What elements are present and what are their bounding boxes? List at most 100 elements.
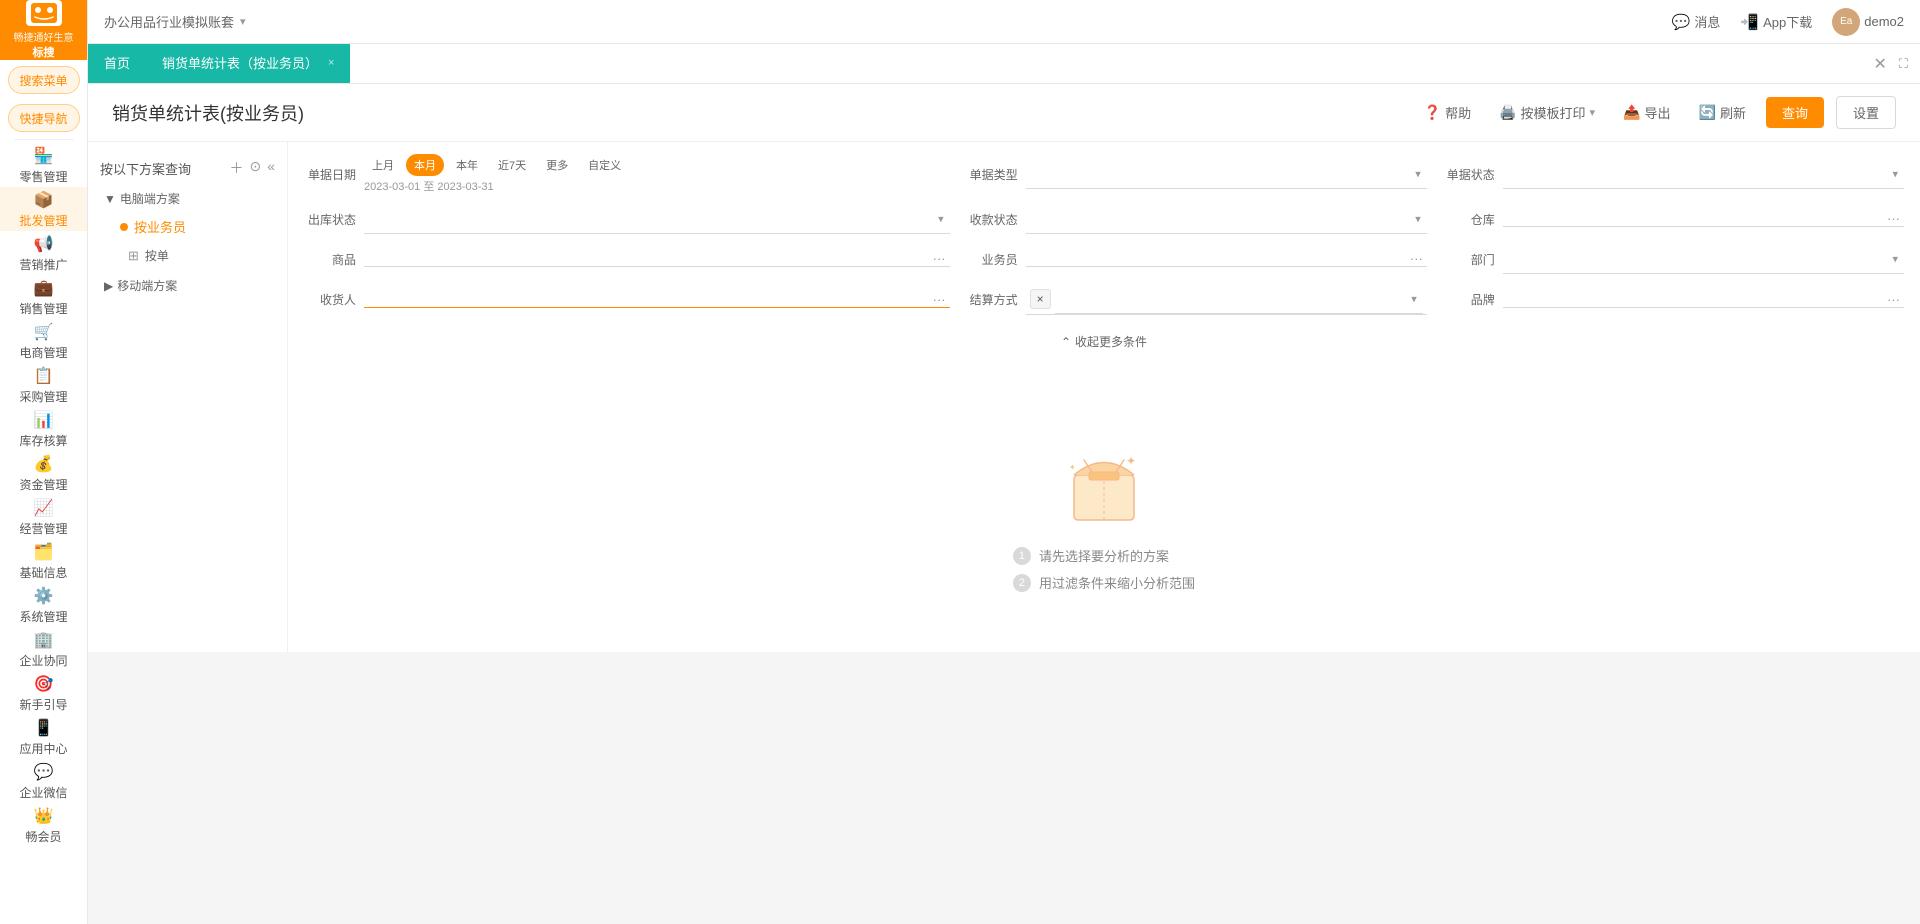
- settlement-label: 结算方式: [966, 291, 1018, 308]
- sidebar-item-basic[interactable]: 🗂️ 基础信息: [0, 539, 88, 583]
- sidebar-item-purchase[interactable]: 📋 采购管理: [0, 363, 88, 407]
- filter-row-1: 单据日期 上月 本月 本年 近7天 更多 自定义: [304, 154, 1904, 194]
- tab-sales-stats[interactable]: 销货单统计表（按业务员） ×: [146, 44, 350, 83]
- out-status-field: 出库状态: [304, 204, 950, 234]
- help-button[interactable]: ❓ 帮助: [1416, 99, 1479, 126]
- settlement-select[interactable]: [1055, 284, 1423, 314]
- date-btn-thismonth[interactable]: 本月: [406, 154, 444, 176]
- page-header-actions: ❓ 帮助 🖨️ 按模板打印 ▾ 📤 导出 🔄 刷新 查询 设置: [1416, 96, 1896, 141]
- goods-dots[interactable]: ···: [933, 251, 946, 266]
- sidebar-item-retail[interactable]: 🏪 零售管理: [0, 143, 88, 187]
- sidebar-item-label-ecommerce: 电商管理: [19, 344, 67, 361]
- message-label: 消息: [1694, 12, 1720, 31]
- shortcut-nav-button[interactable]: 快捷导航: [8, 104, 80, 132]
- date-btn-7days[interactable]: 近7天: [490, 154, 534, 176]
- topbar-title-text: 办公用品行业模拟账套: [104, 12, 234, 31]
- message-icon: 💬: [1672, 13, 1691, 31]
- export-button[interactable]: 📤 导出: [1615, 99, 1678, 126]
- sidebar-item-label-wechat: 企业微信: [19, 784, 67, 801]
- doc-status-field: 单据状态: [1443, 159, 1904, 189]
- window-max-btn[interactable]: ⛶: [1899, 56, 1908, 72]
- brand-dots[interactable]: ···: [1887, 292, 1900, 307]
- empty-step-1: 1 请先选择要分析的方案: [1013, 546, 1195, 565]
- out-status-select[interactable]: [364, 204, 950, 234]
- sub-item-label: 按单: [145, 247, 169, 264]
- sidebar-item-newuser[interactable]: 🎯 新手引导: [0, 671, 88, 715]
- appcenter-icon: 📱: [34, 718, 54, 738]
- sidebar-item-label-wholesale: 批发管理: [19, 212, 67, 229]
- page-header: 销货单统计表(按业务员) ❓ 帮助 🖨️ 按模板打印 ▾ 📤 导出 🔄 刷: [88, 84, 1920, 142]
- sidebar-item-vip[interactable]: 👑 畅会员: [0, 803, 88, 847]
- topbar-dropdown-icon[interactable]: ▾: [240, 15, 246, 28]
- tab-home[interactable]: 首页: [88, 44, 146, 83]
- warehouse-dots[interactable]: ···: [1887, 211, 1900, 226]
- add-scheme-icon[interactable]: ＋: [229, 158, 243, 178]
- date-btn-thisyear[interactable]: 本年: [448, 154, 486, 176]
- sidebar-item-system[interactable]: ⚙️ 系统管理: [0, 583, 88, 627]
- tab-close-icon[interactable]: ×: [328, 57, 334, 69]
- date-range-text: 2023-03-01 至 2023-03-31: [364, 178, 950, 194]
- sidebar-item-marketing[interactable]: 📢 营销推广: [0, 231, 88, 275]
- purchase-icon: 📋: [34, 366, 54, 386]
- sidebar-item-wholesale[interactable]: 📦 批发管理: [0, 187, 88, 231]
- date-btn-lastmonth[interactable]: 上月: [364, 154, 402, 176]
- sidebar-item-inventory[interactable]: 📊 库存核算: [0, 407, 88, 451]
- collapse-btn[interactable]: ⌃ 收起更多条件: [304, 325, 1904, 358]
- avatar-text: Ea: [1840, 16, 1852, 27]
- doc-type-control: [1026, 159, 1427, 189]
- sidebar-item-label-newuser: 新手引导: [19, 696, 67, 713]
- filter-row-2: 出库状态 收款状态: [304, 204, 1904, 234]
- app-download-action[interactable]: 📲 App下载: [1740, 12, 1812, 31]
- date-btn-more[interactable]: 更多: [538, 154, 576, 176]
- user-avatar: Ea: [1832, 8, 1860, 36]
- dept-select[interactable]: [1503, 244, 1904, 274]
- doc-status-select[interactable]: [1503, 159, 1904, 189]
- user-section[interactable]: Ea demo2: [1832, 8, 1904, 36]
- consignee-dots[interactable]: ···: [933, 292, 946, 307]
- salesperson-dots[interactable]: ···: [1410, 251, 1423, 266]
- sidebar-item-label-sales: 销售管理: [19, 300, 67, 317]
- doc-type-field: 单据类型: [966, 159, 1427, 189]
- settlement-tag-close[interactable]: ×: [1037, 292, 1044, 306]
- sidebar-item-label-enterprise: 企业协同: [19, 652, 67, 669]
- search-menu-button[interactable]: 搜索菜单: [8, 66, 80, 94]
- query-button[interactable]: 查询: [1766, 97, 1824, 128]
- payment-status-select[interactable]: [1026, 204, 1427, 234]
- desktop-scheme-label[interactable]: ▼ 电脑端方案: [96, 186, 279, 211]
- mobile-scheme-group: ▶ 移动端方案: [88, 269, 287, 302]
- warehouse-control: ···: [1503, 211, 1904, 227]
- window-close-btn[interactable]: ✕: [1873, 54, 1886, 74]
- sidebar-item-operations[interactable]: 📈 经营管理: [0, 495, 88, 539]
- marketing-icon: 📢: [34, 234, 54, 254]
- print-button[interactable]: 🖨️ 按模板打印 ▾: [1491, 99, 1603, 126]
- sidebar-menu: 🏪 零售管理 📦 批发管理 📢 营销推广 💼 销售管理 🛒 电商管理 📋 采购管…: [0, 143, 87, 924]
- date-btn-custom[interactable]: 自定义: [580, 154, 629, 176]
- settings-button[interactable]: 设置: [1836, 96, 1896, 129]
- sidebar-item-ecommerce[interactable]: 🛒 电商管理: [0, 319, 88, 363]
- sidebar-item-wechat[interactable]: 💬 企业微信: [0, 759, 88, 803]
- doc-type-select[interactable]: [1026, 159, 1427, 189]
- mobile-scheme-label[interactable]: ▶ 移动端方案: [96, 273, 279, 298]
- sidebar-item-enterprise[interactable]: 🏢 企业协同: [0, 627, 88, 671]
- sidebar-divider-1: [14, 139, 74, 140]
- sidebar-item-label-operations: 经营管理: [19, 520, 67, 537]
- topbar-actions: 💬 消息 📲 App下载 Ea demo2: [1672, 8, 1904, 36]
- scheme-sub-item-order[interactable]: ⊞ 按单: [96, 242, 279, 269]
- scheme-settings-icon[interactable]: ⊙: [249, 158, 261, 178]
- wholesale-icon: 📦: [34, 190, 54, 210]
- collapse-sidebar-icon[interactable]: «: [267, 158, 275, 178]
- message-action[interactable]: 💬 消息: [1672, 12, 1721, 31]
- scheme-item-salesperson[interactable]: 按业务员: [96, 211, 279, 242]
- sidebar-item-sales[interactable]: 💼 销售管理: [0, 275, 88, 319]
- settlement-tag: ×: [1030, 289, 1051, 309]
- refresh-button[interactable]: 🔄 刷新: [1691, 99, 1754, 126]
- logo-icon: [26, 0, 62, 26]
- app-download-label: App下载: [1763, 12, 1812, 31]
- tabbar: 首页 销货单统计表（按业务员） × ✕ ⛶: [88, 44, 1920, 84]
- sidebar-item-appcenter[interactable]: 📱 应用中心: [0, 715, 88, 759]
- sidebar-item-finance[interactable]: 💰 资金管理: [0, 451, 88, 495]
- filter-sidebar-header-icons: ＋ ⊙ «: [229, 158, 275, 178]
- dept-label: 部门: [1443, 251, 1495, 268]
- goods-control: ···: [364, 251, 950, 267]
- username-label: demo2: [1864, 14, 1904, 29]
